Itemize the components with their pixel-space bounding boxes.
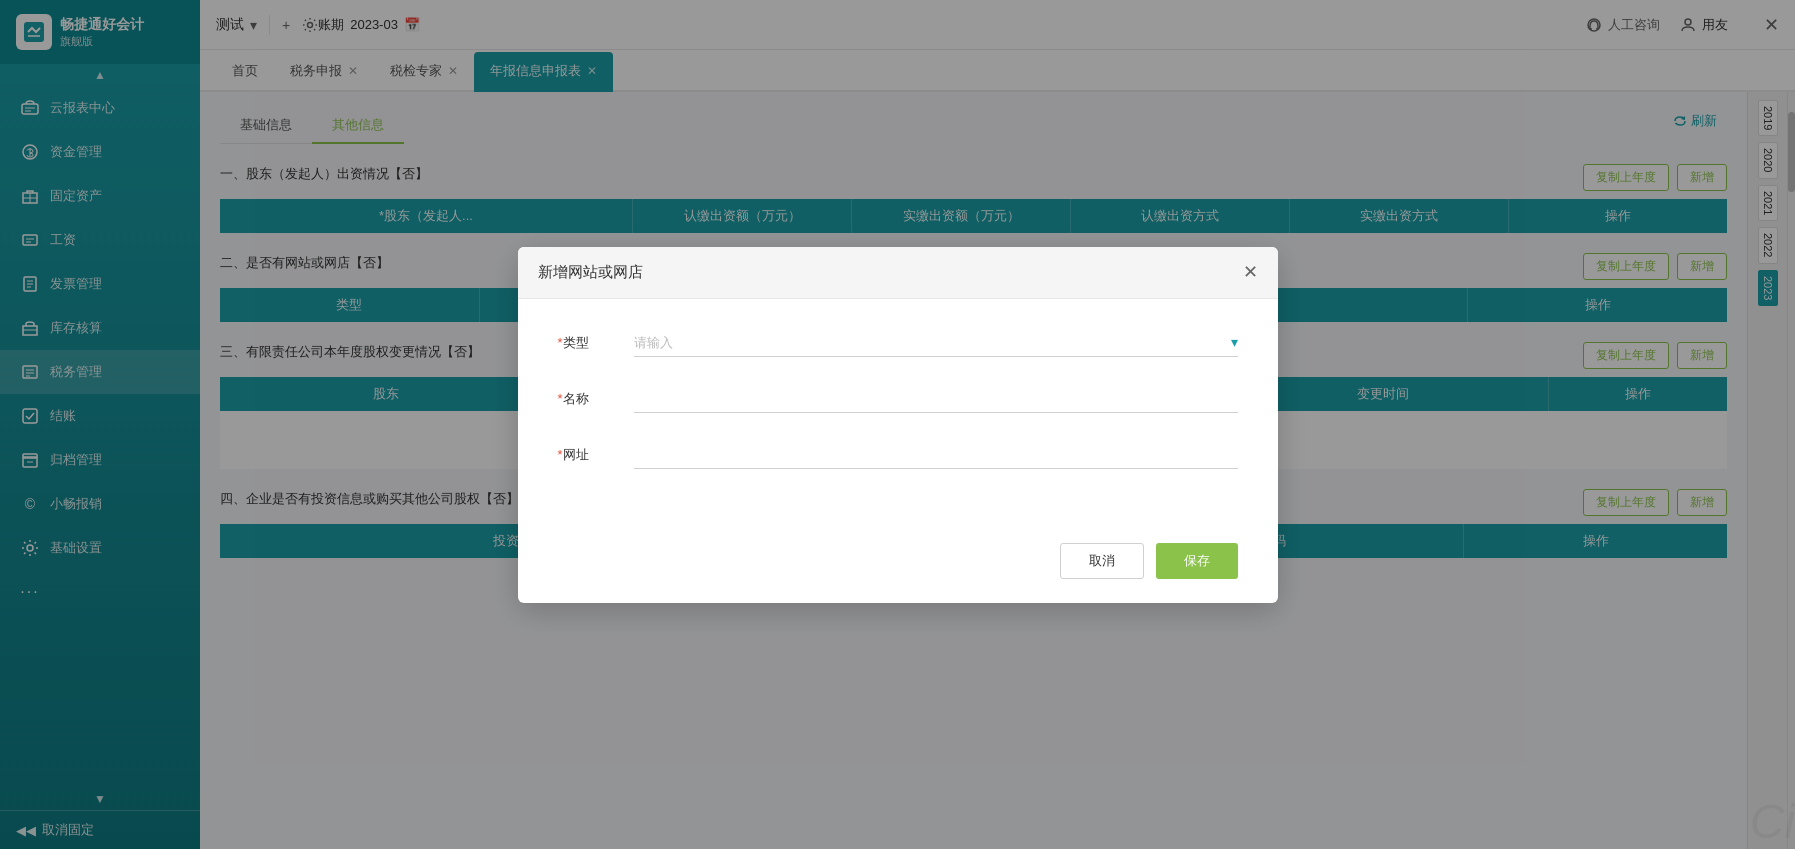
cancel-button[interactable]: 取消 <box>1060 543 1144 579</box>
required-star-name: * <box>558 391 563 406</box>
form-row-name: *名称 <box>558 385 1238 413</box>
name-label: *名称 <box>558 390 618 408</box>
url-input[interactable] <box>634 441 1238 468</box>
required-star-url: * <box>558 447 563 462</box>
dialog-header: 新增网站或网店 ✕ <box>518 247 1278 299</box>
dialog-close-button[interactable]: ✕ <box>1243 263 1258 281</box>
type-dropdown-arrow[interactable]: ▾ <box>1231 334 1238 350</box>
dialog-title: 新增网站或网店 <box>538 263 643 282</box>
form-row-type: *类型 ▾ <box>558 329 1238 357</box>
dialog-footer: 取消 保存 <box>518 527 1278 603</box>
url-label: *网址 <box>558 446 618 464</box>
type-label: *类型 <box>558 334 618 352</box>
name-input[interactable] <box>634 385 1238 412</box>
type-input[interactable] <box>634 329 1231 356</box>
modal-overlay[interactable]: 新增网站或网店 ✕ *类型 ▾ *名称 <box>0 0 1795 849</box>
name-input-wrapper <box>634 385 1238 413</box>
url-input-wrapper <box>634 441 1238 469</box>
required-star-type: * <box>558 335 563 350</box>
dialog-body: *类型 ▾ *名称 *网址 <box>518 299 1278 527</box>
type-input-wrapper: ▾ <box>634 329 1238 357</box>
form-row-url: *网址 <box>558 441 1238 469</box>
save-button[interactable]: 保存 <box>1156 543 1238 579</box>
add-website-dialog: 新增网站或网店 ✕ *类型 ▾ *名称 <box>518 247 1278 603</box>
